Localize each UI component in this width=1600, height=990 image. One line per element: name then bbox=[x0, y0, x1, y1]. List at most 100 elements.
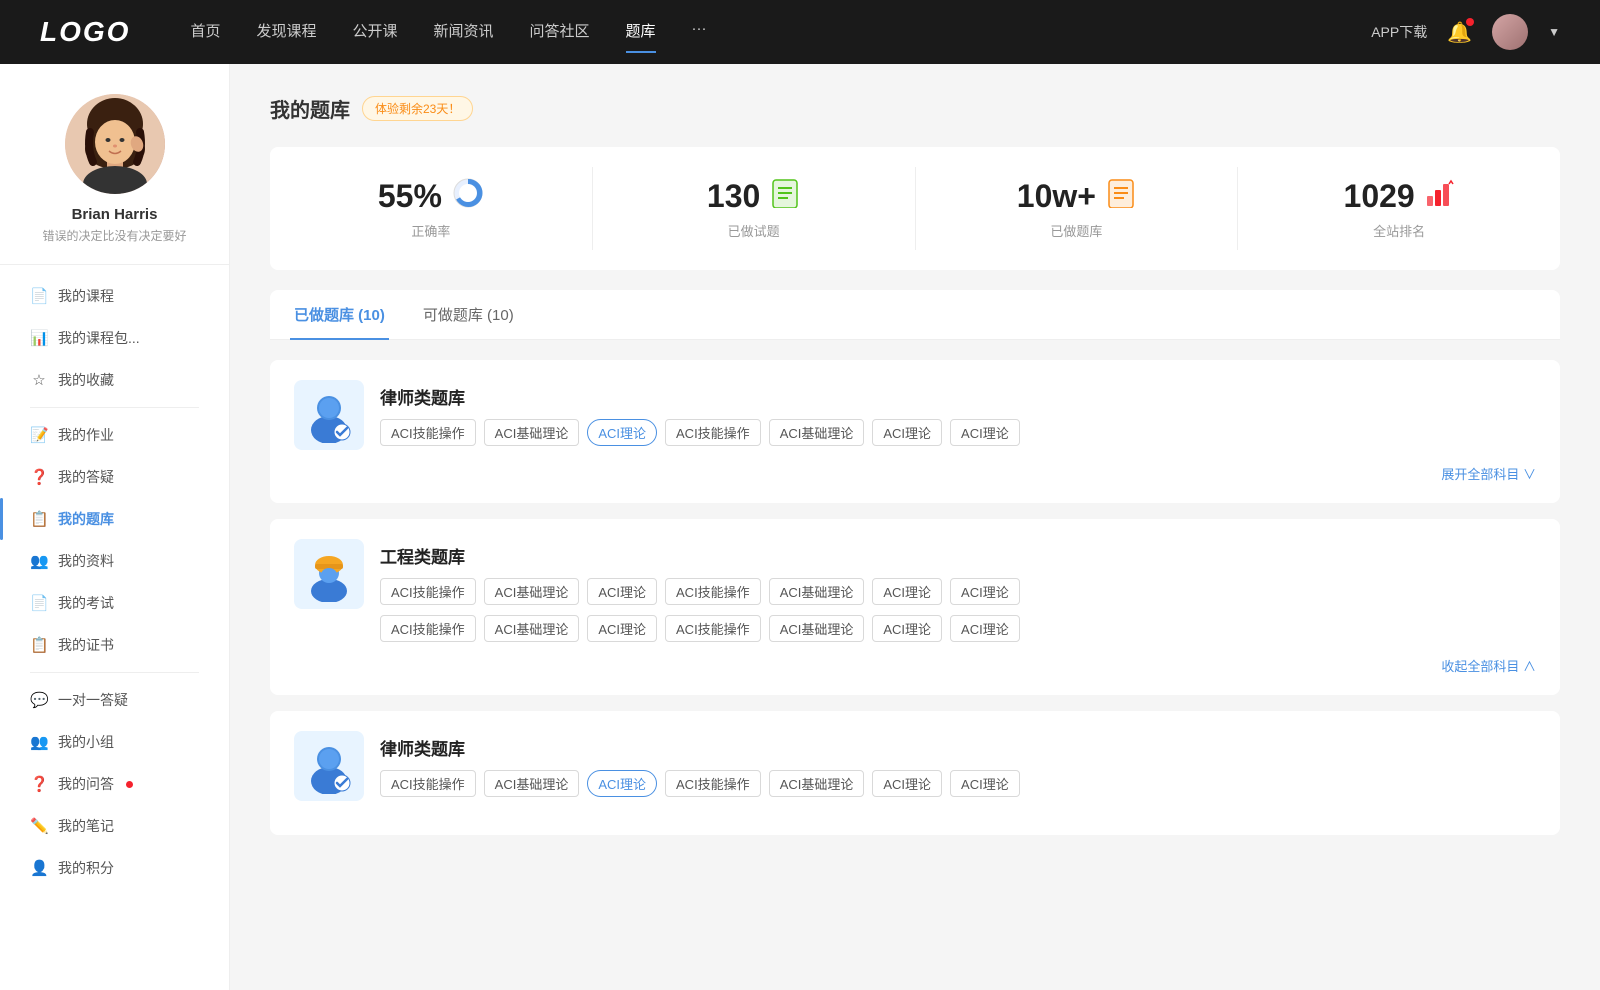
quiz-tag-1-6[interactable]: ACI理论 bbox=[950, 419, 1020, 446]
sidebar-item-notes[interactable]: ✏️ 我的笔记 bbox=[10, 805, 219, 847]
sidebar-item-profile[interactable]: 👥 我的资料 bbox=[10, 540, 219, 582]
quiz-tag-1-1[interactable]: ACI基础理论 bbox=[484, 419, 580, 446]
sidebar-item-exam[interactable]: 📄 我的考试 bbox=[10, 582, 219, 624]
app-download-btn[interactable]: APP下载 bbox=[1371, 22, 1427, 42]
quiz-tag-2-r2-6[interactable]: ACI理论 bbox=[950, 615, 1020, 642]
quiz-card-3-tags: ACI技能操作 ACI基础理论 ACI理论 ACI技能操作 ACI基础理论 AC… bbox=[380, 770, 1020, 797]
quiz-tag-2-5[interactable]: ACI理论 bbox=[872, 578, 942, 605]
sidebar-item-myqa-label: 我的问答 bbox=[58, 774, 114, 794]
main-content: 我的题库 体验剩余23天！ 55% bbox=[230, 64, 1600, 990]
tab-available[interactable]: 可做题库 (10) bbox=[419, 290, 518, 339]
sidebar-item-group-label: 我的小组 bbox=[58, 732, 114, 752]
quiz-tag-2-r2-4[interactable]: ACI基础理论 bbox=[769, 615, 865, 642]
quiz-tag-3-6[interactable]: ACI理论 bbox=[950, 770, 1020, 797]
quiz-tag-2-r2-0[interactable]: ACI技能操作 bbox=[380, 615, 476, 642]
sidebar-item-favorites-label: 我的收藏 bbox=[58, 370, 114, 390]
quiz-card-2-footer: 收起全部科目 ∧ bbox=[294, 656, 1536, 675]
quiz-tag-2-4[interactable]: ACI基础理论 bbox=[769, 578, 865, 605]
ranking-icon bbox=[1425, 178, 1455, 214]
quiz-card-2-tags-row2: ACI技能操作 ACI基础理论 ACI理论 ACI技能操作 ACI基础理论 AC… bbox=[380, 615, 1536, 642]
stat-accuracy-value: 55% bbox=[378, 178, 442, 215]
sidebar-item-points[interactable]: 👤 我的积分 bbox=[10, 847, 219, 889]
sidebar-item-coursepack-label: 我的课程包... bbox=[58, 328, 140, 348]
quiz-tag-3-5[interactable]: ACI理论 bbox=[872, 770, 942, 797]
points-icon: 👤 bbox=[30, 859, 48, 877]
quiz-card-3-title: 律师类题库 bbox=[380, 731, 1020, 760]
quiz-tag-3-0[interactable]: ACI技能操作 bbox=[380, 770, 476, 797]
quiz-tag-1-3[interactable]: ACI技能操作 bbox=[665, 419, 761, 446]
sidebar-item-favorites[interactable]: ☆ 我的收藏 bbox=[10, 359, 219, 401]
quiz-tag-2-6[interactable]: ACI理论 bbox=[950, 578, 1020, 605]
tabs-row: 已做题库 (10) 可做题库 (10) bbox=[270, 290, 1560, 340]
quiz-tag-2-r2-3[interactable]: ACI技能操作 bbox=[665, 615, 761, 642]
stat-done-banks: 10w+ 已做题库 bbox=[916, 167, 1239, 250]
tutor-icon: 💬 bbox=[30, 691, 48, 709]
quiz-tag-3-4[interactable]: ACI基础理论 bbox=[769, 770, 865, 797]
quiz-tag-2-3[interactable]: ACI技能操作 bbox=[665, 578, 761, 605]
sidebar-item-quizbank-label: 我的题库 bbox=[58, 509, 114, 529]
done-questions-icon bbox=[770, 178, 800, 214]
avatar-dropdown-arrow[interactable]: ▼ bbox=[1548, 25, 1560, 39]
nav-more[interactable]: ··· bbox=[692, 20, 707, 45]
sidebar-item-group[interactable]: 👥 我的小组 bbox=[10, 721, 219, 763]
quiz-card-1-icon-wrap bbox=[294, 380, 364, 450]
notification-dot bbox=[1466, 18, 1474, 26]
stat-done-banks-top: 10w+ bbox=[1017, 178, 1136, 215]
quiz-card-1-title: 律师类题库 bbox=[380, 380, 1020, 409]
nav-quiz[interactable]: 题库 bbox=[626, 20, 656, 45]
myqa-icon: ❓ bbox=[30, 775, 48, 793]
quiz-tag-2-r2-1[interactable]: ACI基础理论 bbox=[484, 615, 580, 642]
quiz-tag-3-2[interactable]: ACI理论 bbox=[587, 770, 657, 797]
sidebar-item-answers[interactable]: ❓ 我的答疑 bbox=[10, 456, 219, 498]
stat-done-questions-value: 130 bbox=[707, 178, 760, 215]
quiz-card-2: 工程类题库 ACI技能操作 ACI基础理论 ACI理论 ACI技能操作 ACI基… bbox=[270, 519, 1560, 695]
nav-home[interactable]: 首页 bbox=[190, 20, 220, 45]
user-avatar[interactable] bbox=[1492, 14, 1528, 50]
answers-icon: ❓ bbox=[30, 468, 48, 486]
quiz-card-2-collapse-btn[interactable]: 收起全部科目 ∧ bbox=[1441, 656, 1536, 675]
nav-news[interactable]: 新闻资讯 bbox=[434, 20, 494, 45]
quiz-tag-1-0[interactable]: ACI技能操作 bbox=[380, 419, 476, 446]
sidebar-item-coursepack[interactable]: 📊 我的课程包... bbox=[10, 317, 219, 359]
sidebar-item-myqa[interactable]: ❓ 我的问答 bbox=[10, 763, 219, 805]
logo[interactable]: LOGO bbox=[40, 16, 130, 48]
sidebar-item-cert-label: 我的证书 bbox=[58, 635, 114, 655]
notification-bell[interactable]: 🔔 bbox=[1447, 20, 1472, 45]
engineering-person-icon bbox=[304, 547, 354, 602]
quiz-card-1-expand-btn[interactable]: 展开全部科目 ∨ bbox=[1441, 464, 1536, 483]
sidebar-item-course[interactable]: 📄 我的课程 bbox=[10, 275, 219, 317]
quiz-tag-2-r2-2[interactable]: ACI理论 bbox=[587, 615, 657, 642]
quiz-card-1-tags: ACI技能操作 ACI基础理论 ACI理论 ACI技能操作 ACI基础理论 AC… bbox=[380, 419, 1020, 446]
sidebar-item-exam-label: 我的考试 bbox=[58, 593, 114, 613]
quiz-tag-2-0[interactable]: ACI技能操作 bbox=[380, 578, 476, 605]
tab-done[interactable]: 已做题库 (10) bbox=[290, 290, 389, 339]
quiz-tag-1-2[interactable]: ACI理论 bbox=[587, 419, 657, 446]
nav-discover[interactable]: 发现课程 bbox=[256, 20, 316, 45]
trial-badge: 体验剩余23天！ bbox=[362, 96, 473, 121]
sidebar-username: Brian Harris bbox=[72, 206, 158, 223]
quiz-card-3-info: 律师类题库 ACI技能操作 ACI基础理论 ACI理论 ACI技能操作 ACI基… bbox=[380, 731, 1020, 797]
quiz-tag-2-2[interactable]: ACI理论 bbox=[587, 578, 657, 605]
sidebar-item-homework[interactable]: 📝 我的作业 bbox=[10, 414, 219, 456]
sidebar-item-cert[interactable]: 📋 我的证书 bbox=[10, 624, 219, 666]
quiz-tag-2-1[interactable]: ACI基础理论 bbox=[484, 578, 580, 605]
sidebar-avatar bbox=[65, 94, 165, 194]
sidebar-item-answers-label: 我的答疑 bbox=[58, 467, 114, 487]
quiz-tag-3-3[interactable]: ACI技能操作 bbox=[665, 770, 761, 797]
nav-qa[interactable]: 问答社区 bbox=[530, 20, 590, 45]
stat-ranking-label: 全站排名 bbox=[1373, 221, 1425, 240]
group-icon: 👥 bbox=[30, 733, 48, 751]
nav-opencourse[interactable]: 公开课 bbox=[352, 20, 397, 45]
quiz-tag-3-1[interactable]: ACI基础理论 bbox=[484, 770, 580, 797]
page-wrapper: Brian Harris 错误的决定比没有决定要好 📄 我的课程 📊 我的课程包… bbox=[0, 64, 1600, 990]
sidebar-divider-2 bbox=[30, 672, 199, 673]
quiz-tag-2-r2-5[interactable]: ACI理论 bbox=[872, 615, 942, 642]
stat-ranking: 1029 全站排名 bbox=[1238, 167, 1560, 250]
sidebar: Brian Harris 错误的决定比没有决定要好 📄 我的课程 📊 我的课程包… bbox=[0, 64, 230, 990]
quizbank-icon: 📋 bbox=[30, 510, 48, 528]
quiz-tag-1-4[interactable]: ACI基础理论 bbox=[769, 419, 865, 446]
sidebar-item-tutor[interactable]: 💬 一对一答疑 bbox=[10, 679, 219, 721]
quiz-tag-1-5[interactable]: ACI理论 bbox=[872, 419, 942, 446]
stat-ranking-value: 1029 bbox=[1344, 178, 1415, 215]
sidebar-item-quizbank[interactable]: 📋 我的题库 bbox=[10, 498, 219, 540]
